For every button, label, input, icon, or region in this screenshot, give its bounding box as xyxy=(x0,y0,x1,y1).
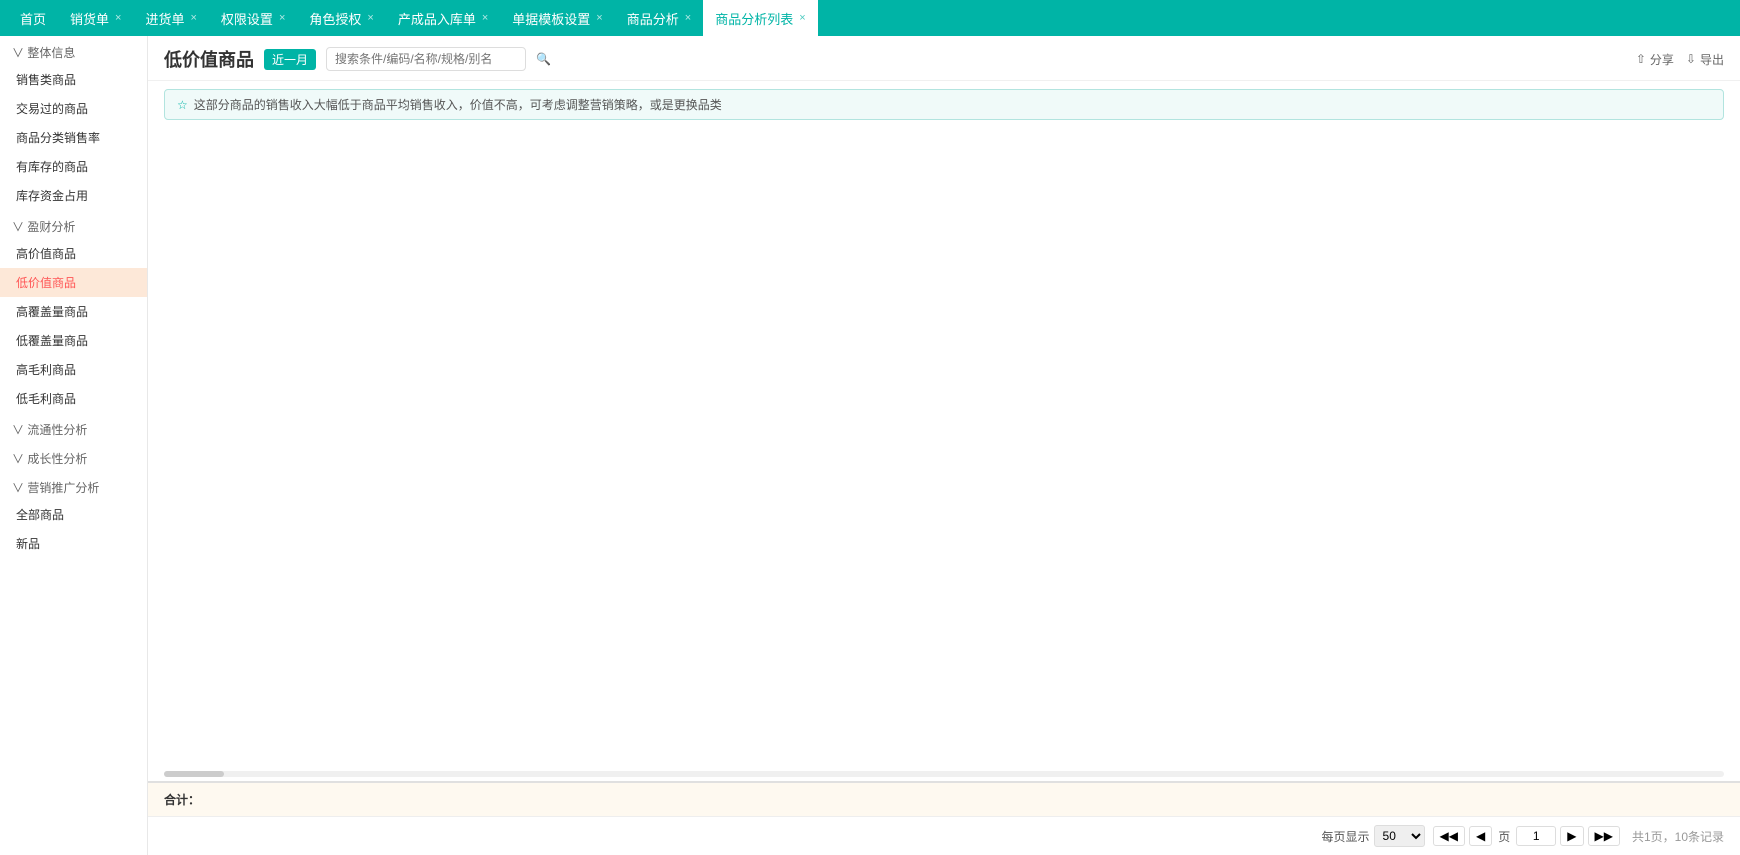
nav-item-产成品入库单[interactable]: 产成品入库单× xyxy=(386,0,500,36)
nav-close-icon[interactable]: × xyxy=(596,12,602,24)
sidebar-group-整体信息[interactable]: ∨ 整体信息 xyxy=(0,36,147,65)
content-area: 低价值商品 近一月 🔍 ⇧ 分享 ⇩ 导出 ☆ 这部分商品的销售收入大幅低于商品… xyxy=(148,36,1740,855)
sidebar-item-低毛利商品[interactable]: 低毛利商品 xyxy=(0,384,147,413)
scrollbar-thumb[interactable] xyxy=(164,771,224,777)
next-page-button[interactable]: ▶ xyxy=(1560,826,1583,846)
last-page-button[interactable]: ▶▶ xyxy=(1588,826,1620,846)
page-nav: ◀◀ ◀ 页 1 ▶ ▶▶ 共1页，10条记录 xyxy=(1433,826,1724,846)
nav-close-icon[interactable]: × xyxy=(367,12,373,24)
sidebar-item-全部商品[interactable]: 全部商品 xyxy=(0,500,147,529)
prev-page-button[interactable]: ◀ xyxy=(1469,826,1492,846)
sidebar-item-交易过的商品[interactable]: 交易过的商品 xyxy=(0,94,147,123)
nav-close-icon[interactable]: × xyxy=(279,12,285,24)
info-banner: ☆ 这部分商品的销售收入大幅低于商品平均销售收入，价值不高，可考虑调整营销策略，… xyxy=(164,89,1724,120)
sidebar-item-高覆盖量商品[interactable]: 高覆盖量商品 xyxy=(0,297,147,326)
nav-item-商品分析列表[interactable]: 商品分析列表× xyxy=(703,0,817,36)
export-button[interactable]: ⇩ 导出 xyxy=(1686,51,1724,68)
table-container xyxy=(148,128,1740,767)
top-nav: 首页销货单×进货单×权限设置×角色授权×产成品入库单×单据模板设置×商品分析×商… xyxy=(0,0,1740,36)
nav-close-icon[interactable]: × xyxy=(685,12,691,24)
pagination-bar: 每页显示 50 100 ◀◀ ◀ 页 1 ▶ ▶▶ 共1页，10条记录 xyxy=(148,816,1740,855)
nav-close-icon[interactable]: × xyxy=(115,12,121,24)
search-input[interactable] xyxy=(326,47,526,71)
first-page-button[interactable]: ◀◀ xyxy=(1433,826,1465,846)
sidebar-group-盈财分析[interactable]: ∨ 盈财分析 xyxy=(0,210,147,239)
sidebar-group-成长性分析[interactable]: ∨ 成长性分析 xyxy=(0,442,147,471)
nav-item-商品分析[interactable]: 商品分析× xyxy=(615,0,703,36)
nav-item-权限设置[interactable]: 权限设置× xyxy=(209,0,297,36)
nav-item-销货单[interactable]: 销货单× xyxy=(58,0,133,36)
table-footer: 合计： xyxy=(148,781,1740,816)
export-icon: ⇩ xyxy=(1686,52,1696,66)
per-page-label: 每页显示 xyxy=(1322,828,1370,845)
nav-item-角色授权[interactable]: 角色授权× xyxy=(297,0,385,36)
per-page-control: 每页显示 50 100 xyxy=(1322,825,1425,847)
total-label: 共1页，10条记录 xyxy=(1632,828,1724,845)
sidebar-item-高价值商品[interactable]: 高价值商品 xyxy=(0,239,147,268)
search-icon[interactable]: 🔍 xyxy=(536,52,551,66)
time-badge[interactable]: 近一月 xyxy=(264,49,316,70)
sidebar-item-低价值商品[interactable]: 低价值商品 xyxy=(0,268,147,297)
share-icon: ⇧ xyxy=(1636,52,1646,66)
sidebar-item-有库存的商品[interactable]: 有库存的商品 xyxy=(0,152,147,181)
main-layout: ∨ 整体信息销售类商品交易过的商品商品分类销售率有库存的商品库存资金占用∨ 盈财… xyxy=(0,36,1740,855)
sidebar-item-高毛利商品[interactable]: 高毛利商品 xyxy=(0,355,147,384)
sidebar-item-商品分类销售率[interactable]: 商品分类销售率 xyxy=(0,123,147,152)
nav-item-单据模板设置[interactable]: 单据模板设置× xyxy=(500,0,614,36)
sidebar-item-低覆盖量商品[interactable]: 低覆盖量商品 xyxy=(0,326,147,355)
page-input[interactable]: 1 xyxy=(1516,826,1556,846)
info-icon: ☆ xyxy=(177,98,188,112)
per-page-select[interactable]: 50 100 xyxy=(1374,825,1425,847)
sidebar-group-营销推广分析[interactable]: ∨ 营销推广分析 xyxy=(0,471,147,500)
share-button[interactable]: ⇧ 分享 xyxy=(1636,51,1674,68)
sidebar-item-库存资金占用[interactable]: 库存资金占用 xyxy=(0,181,147,210)
page-title: 低价值商品 xyxy=(164,46,254,72)
sidebar-item-新品[interactable]: 新品 xyxy=(0,529,147,558)
sidebar-item-销售类商品[interactable]: 销售类商品 xyxy=(0,65,147,94)
nav-close-icon[interactable]: × xyxy=(799,12,805,24)
nav-item-首页[interactable]: 首页 xyxy=(8,0,58,36)
nav-close-icon[interactable]: × xyxy=(482,12,488,24)
horizontal-scrollbar[interactable] xyxy=(164,771,1724,777)
footer-label: 合计： xyxy=(164,791,200,808)
page-header: 低价值商品 近一月 🔍 ⇧ 分享 ⇩ 导出 xyxy=(148,36,1740,81)
nav-close-icon[interactable]: × xyxy=(190,12,196,24)
nav-item-进货单[interactable]: 进货单× xyxy=(133,0,208,36)
page-label: 页 xyxy=(1498,828,1510,845)
header-actions: ⇧ 分享 ⇩ 导出 xyxy=(1636,51,1724,68)
sidebar-group-流通性分析[interactable]: ∨ 流通性分析 xyxy=(0,413,147,442)
sidebar: ∨ 整体信息销售类商品交易过的商品商品分类销售率有库存的商品库存资金占用∨ 盈财… xyxy=(0,36,148,855)
